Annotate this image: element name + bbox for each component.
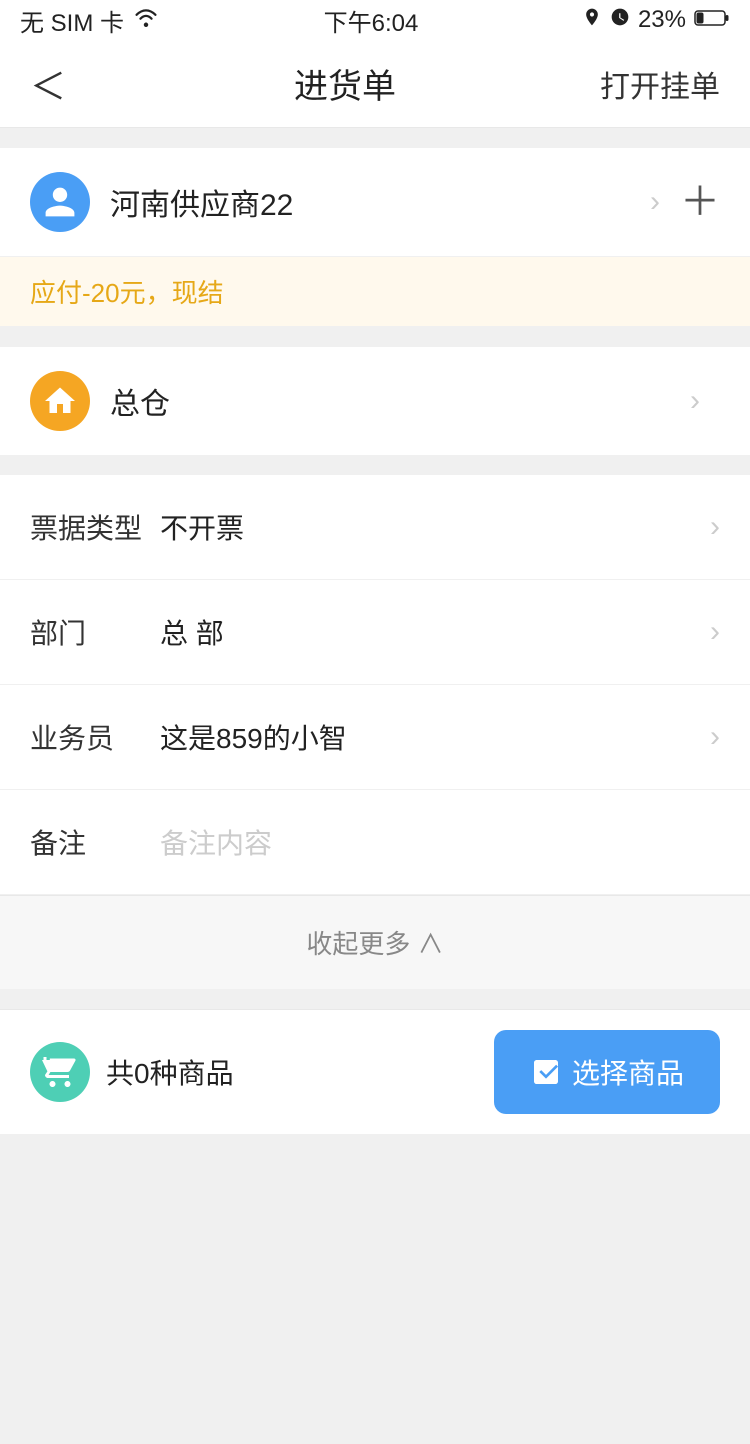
notice-bar: 应付-20元，现结 [0, 257, 750, 327]
sim-label: 无 SIM 卡 [20, 3, 124, 38]
select-product-icon [530, 1056, 562, 1088]
warehouse-section: 总仓 › [0, 347, 750, 455]
person-icon [42, 184, 78, 220]
supplier-chevron-icon: › [650, 185, 660, 219]
mid-divider2 [0, 455, 750, 475]
product-count-text: 共0种商品 [106, 1052, 234, 1092]
supplier-section: 河南供应商22 › ＋ 应付-20元，现结 [0, 148, 750, 327]
location-icon [582, 6, 602, 34]
salesperson-row[interactable]: 业务员 这是859的小智 › [0, 685, 750, 790]
collapse-button[interactable]: 收起更多 ∧ [0, 895, 750, 989]
status-right: 23% [582, 6, 730, 34]
status-time: 下午6:04 [324, 3, 419, 38]
select-product-label: 选择商品 [572, 1052, 684, 1092]
salesperson-chevron-icon: › [710, 720, 720, 754]
salesperson-label: 业务员 [30, 717, 160, 757]
add-supplier-button[interactable]: ＋ [680, 182, 720, 222]
supplier-row[interactable]: 河南供应商22 › ＋ [0, 148, 750, 257]
supplier-avatar [30, 172, 90, 232]
invoice-type-chevron-icon: › [710, 510, 720, 544]
open-pending-button[interactable]: 打开挂单 [600, 62, 720, 106]
warehouse-row[interactable]: 总仓 › [0, 347, 750, 455]
battery-text: 23% [638, 6, 686, 34]
remark-input[interactable]: 备注内容 [160, 822, 720, 862]
department-chevron-icon: › [710, 615, 720, 649]
mid-divider3 [0, 989, 750, 1009]
supplier-name: 河南供应商22 [110, 180, 650, 224]
cart-icon [42, 1054, 78, 1090]
page-rest [0, 1134, 750, 1444]
invoice-type-value: 不开票 [160, 507, 710, 547]
product-count-wrap: 共0种商品 [30, 1042, 234, 1102]
status-bar: 无 SIM 卡 下午6:04 23% [0, 0, 750, 40]
department-row[interactable]: 部门 总 部 › [0, 580, 750, 685]
select-product-button[interactable]: 选择商品 [494, 1030, 720, 1114]
warehouse-name: 总仓 [110, 379, 690, 423]
warehouse-chevron-icon: › [690, 384, 700, 418]
nav-bar: ＜ 进货单 打开挂单 [0, 40, 750, 128]
battery-icon [694, 6, 730, 34]
status-left: 无 SIM 卡 [20, 3, 160, 38]
invoice-type-label: 票据类型 [30, 507, 160, 547]
remark-row[interactable]: 备注 备注内容 [0, 790, 750, 895]
wifi-icon [132, 6, 160, 34]
page-title: 进货单 [294, 59, 396, 108]
house-icon [42, 383, 78, 419]
product-icon-wrap [30, 1042, 90, 1102]
back-button[interactable]: ＜ [30, 58, 90, 110]
top-divider [0, 128, 750, 148]
alarm-icon [610, 6, 630, 34]
invoice-type-row[interactable]: 票据类型 不开票 › [0, 475, 750, 580]
form-section: 票据类型 不开票 › 部门 总 部 › 业务员 这是859的小智 › 备注 备注… [0, 475, 750, 989]
department-label: 部门 [30, 612, 160, 652]
bottom-bar: 共0种商品 选择商品 [0, 1009, 750, 1134]
warehouse-icon-wrap [30, 371, 90, 431]
remark-label: 备注 [30, 822, 160, 862]
salesperson-value: 这是859的小智 [160, 717, 710, 757]
department-value: 总 部 [160, 612, 710, 652]
mid-divider1 [0, 327, 750, 347]
